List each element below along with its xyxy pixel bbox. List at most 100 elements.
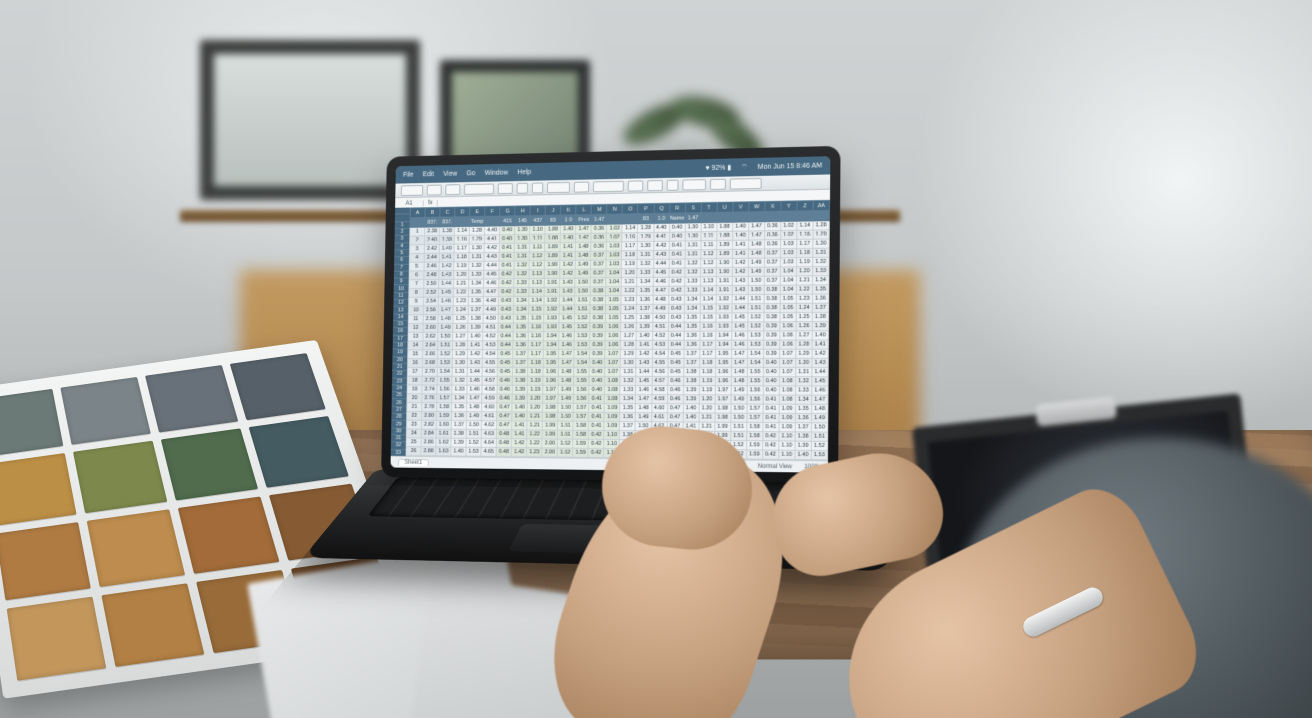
cell[interactable]: 1.33	[795, 386, 811, 395]
cell[interactable]: 1.25	[796, 312, 812, 321]
row-header[interactable]: 27	[391, 407, 406, 414]
cell[interactable]: 1.52	[557, 448, 573, 457]
cell[interactable]: 1.10	[779, 450, 795, 459]
cell[interactable]: 1.63	[436, 447, 451, 456]
column-header[interactable]: I	[530, 206, 545, 216]
cell[interactable]: 1.16	[529, 323, 544, 332]
cell[interactable]: 1.41	[812, 340, 829, 349]
cell[interactable]: 1.96	[715, 377, 731, 386]
cell[interactable]: 1.45	[812, 377, 829, 386]
cell[interactable]: 0.36	[764, 231, 780, 240]
cell[interactable]: 1.56	[574, 385, 590, 394]
cell[interactable]: 1.07	[779, 358, 795, 367]
cell[interactable]: 1.59	[573, 439, 589, 448]
cell[interactable]: 0.42	[669, 268, 685, 277]
cell[interactable]: 1.57	[573, 403, 589, 412]
cell[interactable]: 1.10	[779, 441, 795, 450]
cell[interactable]: 1.30	[452, 359, 467, 368]
row-header[interactable]: 16	[393, 328, 408, 335]
cell[interactable]: 1.88	[545, 225, 560, 234]
cell[interactable]: 1.07	[779, 349, 795, 358]
cell[interactable]: 1.52	[466, 438, 481, 447]
cell[interactable]: 10	[408, 306, 423, 315]
field-header[interactable]: 437	[530, 215, 545, 225]
column-header[interactable]: Z	[797, 201, 813, 211]
cell[interactable]: 1.37	[683, 358, 699, 367]
cell[interactable]: 1.47	[467, 394, 482, 403]
cell[interactable]: 1.47	[559, 359, 575, 368]
cell[interactable]: 4.55	[482, 359, 497, 368]
cell[interactable]: 1.32	[620, 377, 636, 386]
cell[interactable]: 1.02	[780, 230, 796, 239]
cell[interactable]: 25	[406, 438, 421, 447]
cell[interactable]: 1.60	[746, 459, 762, 461]
cell[interactable]: 0.37	[764, 258, 780, 267]
cell[interactable]: 1.02	[607, 233, 623, 242]
cell[interactable]: 1.35	[684, 322, 700, 331]
cell[interactable]: 1.56	[574, 394, 590, 403]
cell[interactable]: 4.47	[653, 286, 669, 295]
cell[interactable]: 1.48	[636, 404, 652, 413]
cell[interactable]: 1.02	[781, 221, 797, 230]
cell[interactable]: 1.52	[438, 350, 453, 359]
cell[interactable]: 1.21	[454, 279, 469, 288]
cell[interactable]: 2.54	[423, 297, 438, 306]
cell[interactable]: 1.46	[636, 386, 652, 395]
cell[interactable]: 1.10	[530, 225, 545, 234]
cell[interactable]: 1.49	[438, 323, 453, 332]
cell[interactable]: 1.37	[513, 350, 528, 359]
field-header[interactable]	[622, 214, 638, 224]
cell[interactable]: 0.37	[764, 249, 780, 258]
cell[interactable]: 1.92	[716, 295, 732, 304]
toolbar-button[interactable]	[498, 183, 513, 194]
column-header[interactable]: P	[638, 204, 654, 214]
field-header[interactable]	[733, 212, 749, 222]
cell[interactable]: 3	[410, 245, 425, 254]
cell[interactable]: 1.39	[512, 394, 527, 403]
cell[interactable]: 1.50	[575, 287, 591, 296]
cell[interactable]: 0.41	[669, 241, 685, 250]
cell[interactable]: 1.16	[700, 331, 716, 340]
cell[interactable]: 1.47	[748, 231, 764, 240]
cell[interactable]: 1.99	[715, 422, 731, 431]
cell[interactable]: 1.30	[685, 223, 701, 232]
cell[interactable]: 1.18	[528, 359, 543, 368]
row-header[interactable]: 24	[392, 385, 407, 392]
cell[interactable]: 0.46	[497, 376, 512, 385]
cell[interactable]: 0.42	[588, 448, 604, 457]
cell[interactable]: 1	[410, 227, 425, 236]
cell[interactable]: 1.48	[731, 377, 747, 386]
cell[interactable]: 1.04	[780, 285, 796, 294]
cell[interactable]: 0.41	[763, 395, 779, 404]
cell[interactable]: 1.90	[545, 269, 560, 278]
cell[interactable]: 1.32	[685, 259, 701, 268]
cell[interactable]: 1.90	[545, 261, 560, 270]
field-header[interactable]: Pres	[576, 215, 592, 225]
cell[interactable]: 18	[407, 376, 422, 385]
cell[interactable]: 0.37	[764, 267, 780, 276]
column-header[interactable]: Q	[654, 203, 670, 213]
cell[interactable]: 1.17	[528, 341, 543, 350]
cell[interactable]: 4.51	[483, 323, 498, 332]
cell[interactable]: 1.46	[731, 331, 747, 340]
cell[interactable]: 1.28	[469, 226, 484, 235]
sheet-tab[interactable]: Sheet1	[398, 459, 429, 466]
cell[interactable]: 1.39	[683, 386, 699, 395]
cell[interactable]: 1.09	[779, 423, 795, 432]
cell[interactable]: 1.45	[439, 288, 454, 297]
cell[interactable]: 1.41	[732, 240, 748, 249]
cell[interactable]: 1.46	[467, 385, 482, 394]
cell[interactable]: 0.37	[591, 260, 607, 269]
cell[interactable]: 4.45	[484, 270, 499, 279]
cell[interactable]: 4.61	[651, 413, 667, 422]
cell[interactable]: 0.43	[498, 314, 513, 323]
row-header[interactable]: 22	[392, 371, 407, 378]
cell[interactable]: 1.95	[543, 359, 558, 368]
cell[interactable]: 1.20	[622, 269, 638, 278]
column-header[interactable]: V	[733, 202, 749, 212]
cell[interactable]: 2.68	[422, 359, 437, 368]
cell[interactable]: 1.41	[795, 460, 811, 462]
cell[interactable]: 1.30	[638, 241, 654, 250]
cell[interactable]: 1.53	[574, 341, 590, 350]
row-header[interactable]: 23	[392, 378, 407, 385]
